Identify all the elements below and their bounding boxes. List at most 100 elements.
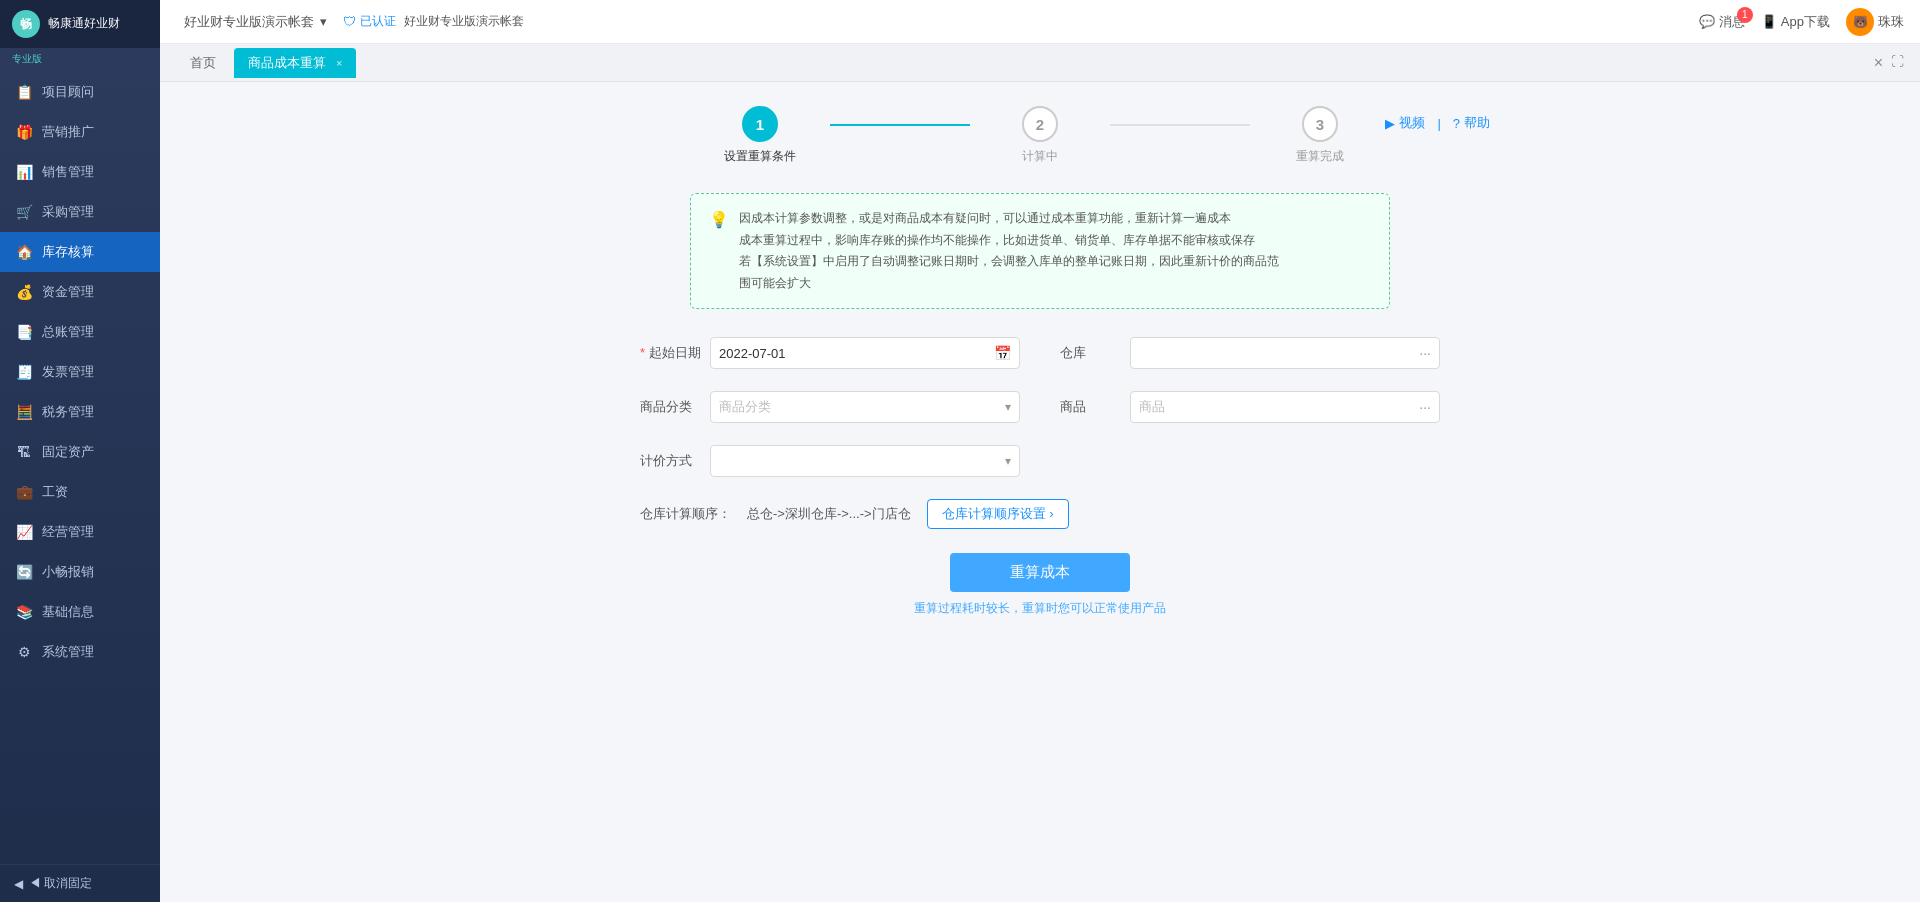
assets-icon: 🏗 [14, 442, 34, 462]
expense-icon: 🔄 [14, 562, 34, 582]
stepper-help: ▶ 视频 | ? 帮助 [1385, 114, 1490, 132]
inventory-icon: 🏠 [14, 242, 34, 262]
tab-recalc[interactable]: 商品成本重算 × [234, 48, 356, 78]
warehouse-more-icon[interactable]: ··· [1419, 345, 1431, 361]
sidebar-label-invoice: 发票管理 [42, 363, 94, 381]
stepper-circle-0: 1 [742, 106, 778, 142]
recalc-section: 重算成本 重算过程耗时较长，重算时您可以正常使用产品 [640, 553, 1440, 617]
tab-label-recalc: 商品成本重算 [248, 54, 326, 72]
category-arrow-icon: ▾ [1005, 400, 1011, 414]
sidebar-item-basic[interactable]: 📚 基础信息 [0, 592, 160, 632]
stepper-label-2: 重算完成 [1296, 148, 1344, 165]
messages-badge: 1 [1737, 7, 1753, 23]
sidebar-item-tax[interactable]: 🧮 税务管理 [0, 392, 160, 432]
sidebar-item-payroll[interactable]: 💼 工资 [0, 472, 160, 512]
sidebar-label-assets: 固定资产 [42, 443, 94, 461]
sidebar-item-finance[interactable]: 💰 资金管理 [0, 272, 160, 312]
goods-label: 商品 [1060, 398, 1130, 416]
sidebar-item-invoice[interactable]: 🧾 发票管理 [0, 352, 160, 392]
sidebar-label-expense: 小畅报销 [42, 563, 94, 581]
warehouse-order-settings-button[interactable]: 仓库计算顺序设置 › [927, 499, 1069, 529]
recalc-button[interactable]: 重算成本 [950, 553, 1130, 592]
sidebar-item-marketing[interactable]: 🎁 营销推广 [0, 112, 160, 152]
warehouse-order-label: 仓库计算顺序： [640, 505, 731, 523]
warehouse-field: 仓库 ··· [1060, 337, 1440, 369]
sidebar-label-ledger: 总账管理 [42, 323, 94, 341]
sidebar-label-basic: 基础信息 [42, 603, 94, 621]
category-input[interactable]: 商品分类 ▾ [710, 391, 1020, 423]
pricing-field: 计价方式 ▾ [640, 445, 1020, 477]
content-area: 1 设置重算条件 2 计算中 3 重算完成 ▶ 视频 | ? 帮助 [160, 82, 1920, 902]
notice-text: 因成本计算参数调整，或是对商品成本有疑问时，可以通过成本重算功能，重新计算一遍成… [739, 208, 1279, 294]
tab-actions: × ⛶ [1874, 54, 1904, 72]
messages-button[interactable]: 💬 消息 1 [1699, 13, 1745, 31]
start-date-input[interactable]: 2022-07-01 📅 [710, 337, 1020, 369]
sidebar-item-inventory[interactable]: 🏠 库存核算 [0, 232, 160, 272]
goods-input[interactable]: 商品 ··· [1130, 391, 1440, 423]
sales-icon: 📊 [14, 162, 34, 182]
verified-badge: 🛡 已认证 [343, 13, 396, 30]
video-help-button[interactable]: ▶ 视频 [1385, 114, 1425, 132]
sidebar-label-operation: 经营管理 [42, 523, 94, 541]
stepper-line-1 [830, 124, 970, 126]
basic-icon: 📚 [14, 602, 34, 622]
purchase-icon: 🛒 [14, 202, 34, 222]
project-icon: 📋 [14, 82, 34, 102]
warehouse-label: 仓库 [1060, 344, 1130, 362]
warehouse-order-row: 仓库计算顺序： 总仓->深圳仓库->...->门店仓 仓库计算顺序设置 › [640, 499, 1440, 529]
sidebar-item-project[interactable]: 📋 项目顾问 [0, 72, 160, 112]
expand-panel-button[interactable]: ⛶ [1891, 54, 1904, 72]
tab-close-recalc[interactable]: × [336, 57, 342, 69]
pricing-label: 计价方式 [640, 452, 710, 470]
recalc-hint: 重算过程耗时较长，重算时您可以正常使用产品 [640, 600, 1440, 617]
calendar-icon[interactable]: 📅 [994, 345, 1011, 361]
user-avatar-button[interactable]: 🐻 珠珠 [1846, 8, 1904, 36]
sidebar-item-assets[interactable]: 🏗 固定资产 [0, 432, 160, 472]
stepper-step-0: 1 设置重算条件 [690, 106, 830, 165]
sidebar-item-operation[interactable]: 📈 经营管理 [0, 512, 160, 552]
sidebar-item-purchase[interactable]: 🛒 采购管理 [0, 192, 160, 232]
logo-icon: 畅 [12, 10, 40, 38]
sidebar-logo: 畅 畅康通好业财 [0, 0, 160, 49]
stepper-label-1: 计算中 [1022, 148, 1058, 165]
sidebar-label-purchase: 采购管理 [42, 203, 94, 221]
warehouse-input[interactable]: ··· [1130, 337, 1440, 369]
sidebar-item-ledger[interactable]: 📑 总账管理 [0, 312, 160, 352]
marketing-icon: 🎁 [14, 122, 34, 142]
sidebar-item-sales[interactable]: 📊 销售管理 [0, 152, 160, 192]
start-date-field: 起始日期 2022-07-01 📅 [640, 337, 1020, 369]
category-label: 商品分类 [640, 398, 710, 416]
close-panel-button[interactable]: × [1874, 54, 1883, 72]
chevron-down-icon: ▾ [320, 14, 327, 29]
question-icon: ? [1453, 116, 1460, 131]
sidebar-label-project: 项目顾问 [42, 83, 94, 101]
sidebar-label-inventory: 库存核算 [42, 243, 94, 261]
pricing-input[interactable]: ▾ [710, 445, 1020, 477]
edition-label: 专业版 [0, 49, 160, 72]
warehouse-order-value: 总仓->深圳仓库->...->门店仓 [747, 505, 911, 523]
stepper: 1 设置重算条件 2 计算中 3 重算完成 [690, 106, 1390, 165]
main-area: 好业财专业版演示帐套 ▾ 🛡 已认证 好业财专业版演示帐套 💬 消息 1 📱 A… [160, 0, 1920, 902]
sidebar-item-expense[interactable]: 🔄 小畅报销 [0, 552, 160, 592]
sidebar-label-system: 系统管理 [42, 643, 94, 661]
topbar-left: 好业财专业版演示帐套 ▾ 🛡 已认证 好业财专业版演示帐套 [176, 9, 524, 35]
goods-more-icon[interactable]: ··· [1419, 399, 1431, 415]
stepper-step-1: 2 计算中 [970, 106, 1110, 165]
sidebar: 畅 畅康通好业财 专业版 📋 项目顾问 🎁 营销推广 📊 销售管理 🛒 采购管理… [0, 0, 160, 902]
topbar: 好业财专业版演示帐套 ▾ 🛡 已认证 好业财专业版演示帐套 💬 消息 1 📱 A… [160, 0, 1920, 44]
tab-home[interactable]: 首页 [176, 48, 230, 78]
tax-icon: 🧮 [14, 402, 34, 422]
payroll-icon: 💼 [14, 482, 34, 502]
help-button[interactable]: ? 帮助 [1453, 114, 1490, 132]
stepper-circle-1: 2 [1022, 106, 1058, 142]
stepper-line-2 [1110, 124, 1250, 126]
account-selector[interactable]: 好业财专业版演示帐套 ▾ [176, 9, 335, 35]
goods-field: 商品 商品 ··· [1060, 391, 1440, 423]
bulb-icon: 💡 [709, 210, 729, 294]
sidebar-label-marketing: 营销推广 [42, 123, 94, 141]
sidebar-unpin[interactable]: ◀ ◀ 取消固定 [0, 864, 160, 902]
sidebar-item-system[interactable]: ⚙ 系统管理 [0, 632, 160, 672]
stepper-step-2: 3 重算完成 [1250, 106, 1390, 165]
app-download-button[interactable]: 📱 App下载 [1761, 13, 1830, 31]
sidebar-label-tax: 税务管理 [42, 403, 94, 421]
